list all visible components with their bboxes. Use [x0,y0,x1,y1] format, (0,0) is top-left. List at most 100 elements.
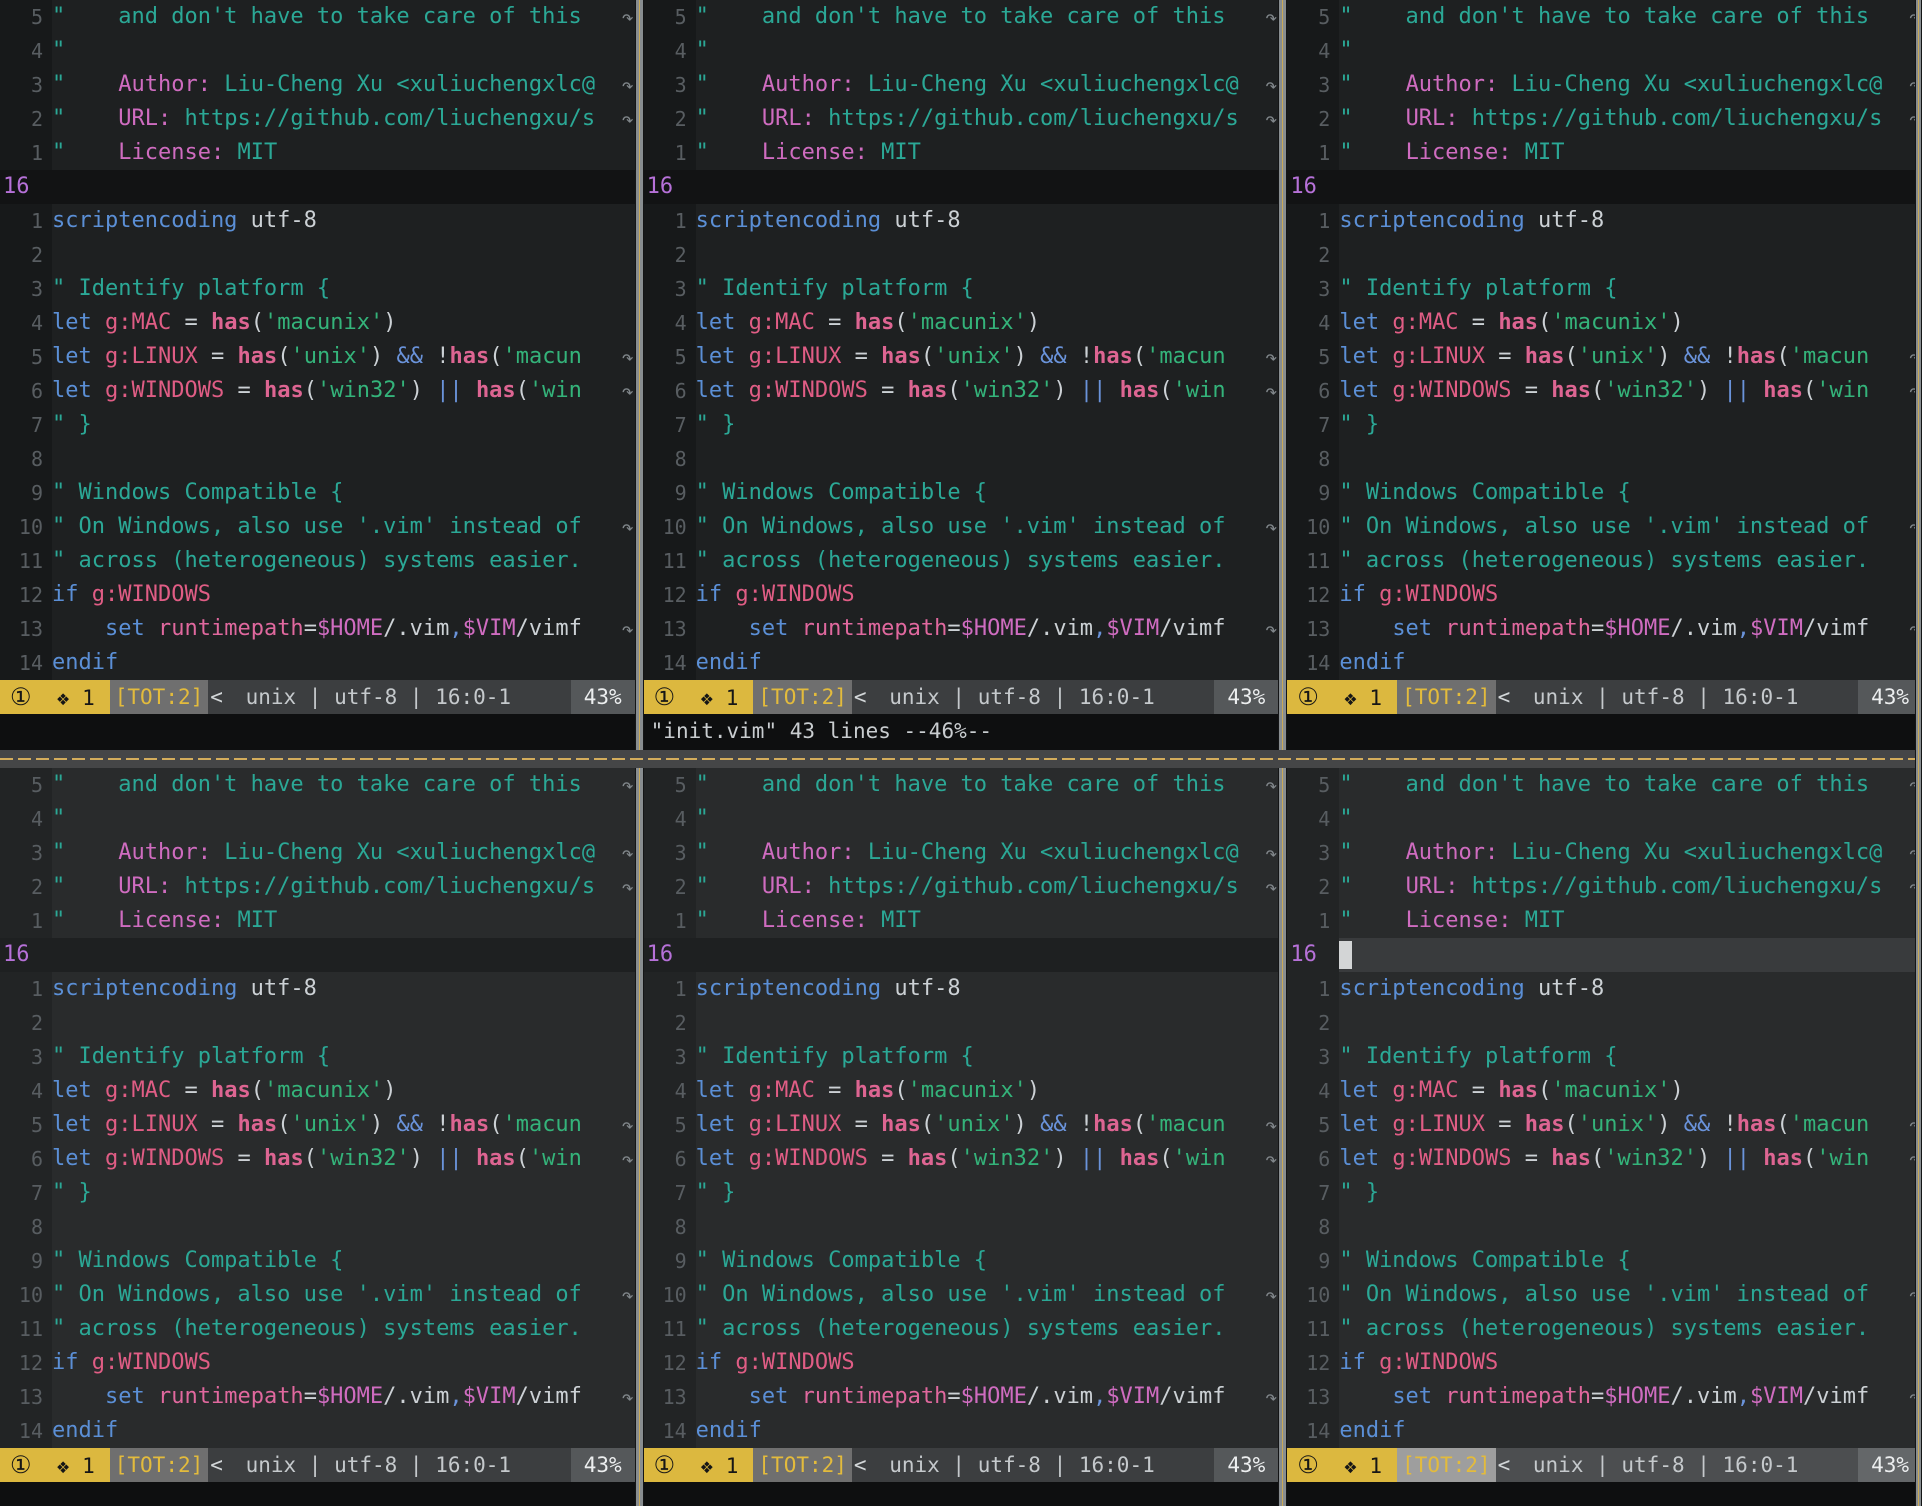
vim-pane-top-left[interactable]: 5 " and don't have to take care of this ↷… [0,0,635,750]
code-text[interactable]: scriptencoding utf-8 [696,204,1279,238]
code-text[interactable]: let g:LINUX = has('unix') && !has('macun… [696,1108,1279,1142]
code-text[interactable]: endif [52,646,635,680]
code-text[interactable]: scriptencoding utf-8 [1339,972,1922,1006]
vim-pane-bottom-right[interactable]: 5 " and don't have to take care of this ↷… [1287,768,1922,1506]
code-text[interactable]: " On Windows, also use '.vim' instead of… [52,510,635,544]
code-text[interactable]: " Windows Compatible { [696,476,1279,510]
code-text[interactable]: set runtimepath=$HOME/.vim,$VIM/vimf ↷ [696,1380,1279,1414]
code-text[interactable]: " Author: Liu-Cheng Xu <xuliuchengxlc@ ↷ [696,68,1279,102]
code-text[interactable]: let g:MAC = has('macunix') [696,306,1279,340]
code-text[interactable]: " URL: https://github.com/liuchengxu/s ↷ [696,870,1279,904]
code-text[interactable] [695,938,1279,972]
code-text[interactable]: " and don't have to take care of this ↷ [1339,0,1922,34]
code-text[interactable]: " across (heterogeneous) systems easier. [1339,1312,1922,1346]
code-text[interactable]: " License: MIT [52,136,635,170]
code-text[interactable]: scriptencoding utf-8 [52,204,635,238]
code-text[interactable]: " Windows Compatible { [52,476,635,510]
code-text[interactable]: " License: MIT [696,904,1279,938]
code-text[interactable]: " [52,34,635,68]
code-text[interactable]: " License: MIT [1339,904,1922,938]
code-text[interactable]: " across (heterogeneous) systems easier. [696,1312,1279,1346]
buffer-view[interactable]: 5 " and don't have to take care of this ↷… [1287,0,1922,680]
code-text[interactable]: " Author: Liu-Cheng Xu <xuliuchengxlc@ ↷ [1339,836,1922,870]
code-text[interactable]: " URL: https://github.com/liuchengxu/s ↷ [696,102,1279,136]
vim-pane-bottom-middle[interactable]: 5 " and don't have to take care of this ↷… [643,768,1279,1506]
code-text[interactable]: " and don't have to take care of this ↷ [52,768,635,802]
code-text[interactable] [1339,170,1922,204]
code-text[interactable] [1339,1006,1922,1040]
code-text[interactable]: if g:WINDOWS [52,578,635,612]
buffer-view[interactable]: 5 " and don't have to take care of this ↷… [0,768,635,1448]
code-text[interactable] [696,1006,1279,1040]
code-text[interactable] [52,442,635,476]
code-text[interactable]: let g:MAC = has('macunix') [52,1074,635,1108]
code-text[interactable]: let g:LINUX = has('unix') && !has('macun… [696,340,1279,374]
code-text[interactable]: set runtimepath=$HOME/.vim,$VIM/vimf ↷ [1339,612,1922,646]
code-text[interactable]: let g:MAC = has('macunix') [52,306,635,340]
code-text[interactable]: let g:MAC = has('macunix') [1339,306,1922,340]
code-text[interactable]: " On Windows, also use '.vim' instead of… [1339,1278,1922,1312]
code-text[interactable]: let g:LINUX = has('unix') && !has('macun… [52,1108,635,1142]
code-text[interactable]: " } [696,1176,1279,1210]
code-text[interactable]: scriptencoding utf-8 [696,972,1279,1006]
code-text[interactable]: " Identify platform { [1339,272,1922,306]
code-text[interactable] [696,1210,1279,1244]
code-text[interactable]: if g:WINDOWS [696,1346,1279,1380]
code-text[interactable]: set runtimepath=$HOME/.vim,$VIM/vimf ↷ [1339,1380,1922,1414]
code-text[interactable] [52,1210,635,1244]
code-text[interactable]: " Identify platform { [52,272,635,306]
code-text[interactable]: " across (heterogeneous) systems easier. [1339,544,1922,578]
vim-pane-bottom-left[interactable]: 5 " and don't have to take care of this ↷… [0,768,635,1506]
code-text[interactable]: " [1339,34,1922,68]
code-text[interactable]: " License: MIT [52,904,635,938]
code-text[interactable]: endif [52,1414,635,1448]
code-text[interactable] [52,938,635,972]
code-text[interactable]: " [52,802,635,836]
code-text[interactable]: " Author: Liu-Cheng Xu <xuliuchengxlc@ ↷ [696,836,1279,870]
vim-pane-top-middle[interactable]: 5 " and don't have to take care of this ↷… [643,0,1279,750]
code-text[interactable]: if g:WINDOWS [1339,1346,1922,1380]
code-text[interactable]: " Author: Liu-Cheng Xu <xuliuchengxlc@ ↷ [52,836,635,870]
code-text[interactable]: let g:LINUX = has('unix') && !has('macun… [52,340,635,374]
code-text[interactable]: scriptencoding utf-8 [1339,204,1922,238]
code-text[interactable]: " [696,34,1279,68]
code-text[interactable]: " Author: Liu-Cheng Xu <xuliuchengxlc@ ↷ [1339,68,1922,102]
code-text[interactable]: endif [696,1414,1279,1448]
code-text[interactable]: let g:WINDOWS = has('win32') || has('win… [696,1142,1279,1176]
code-text[interactable]: endif [1339,646,1922,680]
code-text[interactable] [695,170,1279,204]
code-text[interactable]: endif [696,646,1279,680]
code-text[interactable]: " } [52,1176,635,1210]
code-text[interactable]: " On Windows, also use '.vim' instead of… [52,1278,635,1312]
code-text[interactable]: " across (heterogeneous) systems easier. [52,1312,635,1346]
code-text[interactable]: let g:WINDOWS = has('win32') || has('win… [1339,1142,1922,1176]
code-text[interactable]: " } [1339,408,1922,442]
code-text[interactable]: scriptencoding utf-8 [52,972,635,1006]
code-text[interactable]: " and don't have to take care of this ↷ [1339,768,1922,802]
code-text[interactable]: let g:WINDOWS = has('win32') || has('win… [52,374,635,408]
code-text[interactable]: " Identify platform { [696,272,1279,306]
code-text[interactable]: " [696,802,1279,836]
code-text[interactable]: set runtimepath=$HOME/.vim,$VIM/vimf ↷ [696,612,1279,646]
code-text[interactable]: let g:MAC = has('macunix') [1339,1074,1922,1108]
code-text[interactable] [1339,442,1922,476]
buffer-view[interactable]: 5 " and don't have to take care of this ↷… [643,0,1279,680]
code-text[interactable]: " URL: https://github.com/liuchengxu/s ↷ [1339,102,1922,136]
code-text[interactable]: " across (heterogeneous) systems easier. [52,544,635,578]
code-text[interactable]: let g:LINUX = has('unix') && !has('macun… [1339,1108,1922,1142]
code-text[interactable]: " On Windows, also use '.vim' instead of… [696,510,1279,544]
code-text[interactable]: " License: MIT [696,136,1279,170]
code-text[interactable]: " On Windows, also use '.vim' instead of… [696,1278,1279,1312]
buffer-view[interactable]: 5 " and don't have to take care of this ↷… [643,768,1279,1448]
code-text[interactable]: let g:MAC = has('macunix') [696,1074,1279,1108]
code-text[interactable]: " and don't have to take care of this ↷ [52,0,635,34]
code-text[interactable] [696,238,1279,272]
code-text[interactable]: " Author: Liu-Cheng Xu <xuliuchengxlc@ ↷ [52,68,635,102]
code-text[interactable] [52,238,635,272]
code-text[interactable]: let g:WINDOWS = has('win32') || has('win… [696,374,1279,408]
code-text[interactable]: " Identify platform { [696,1040,1279,1074]
code-text[interactable] [696,442,1279,476]
code-text[interactable]: " URL: https://github.com/liuchengxu/s ↷ [52,102,635,136]
vim-pane-top-right[interactable]: 5 " and don't have to take care of this ↷… [1287,0,1922,750]
code-text[interactable]: set runtimepath=$HOME/.vim,$VIM/vimf ↷ [52,1380,635,1414]
